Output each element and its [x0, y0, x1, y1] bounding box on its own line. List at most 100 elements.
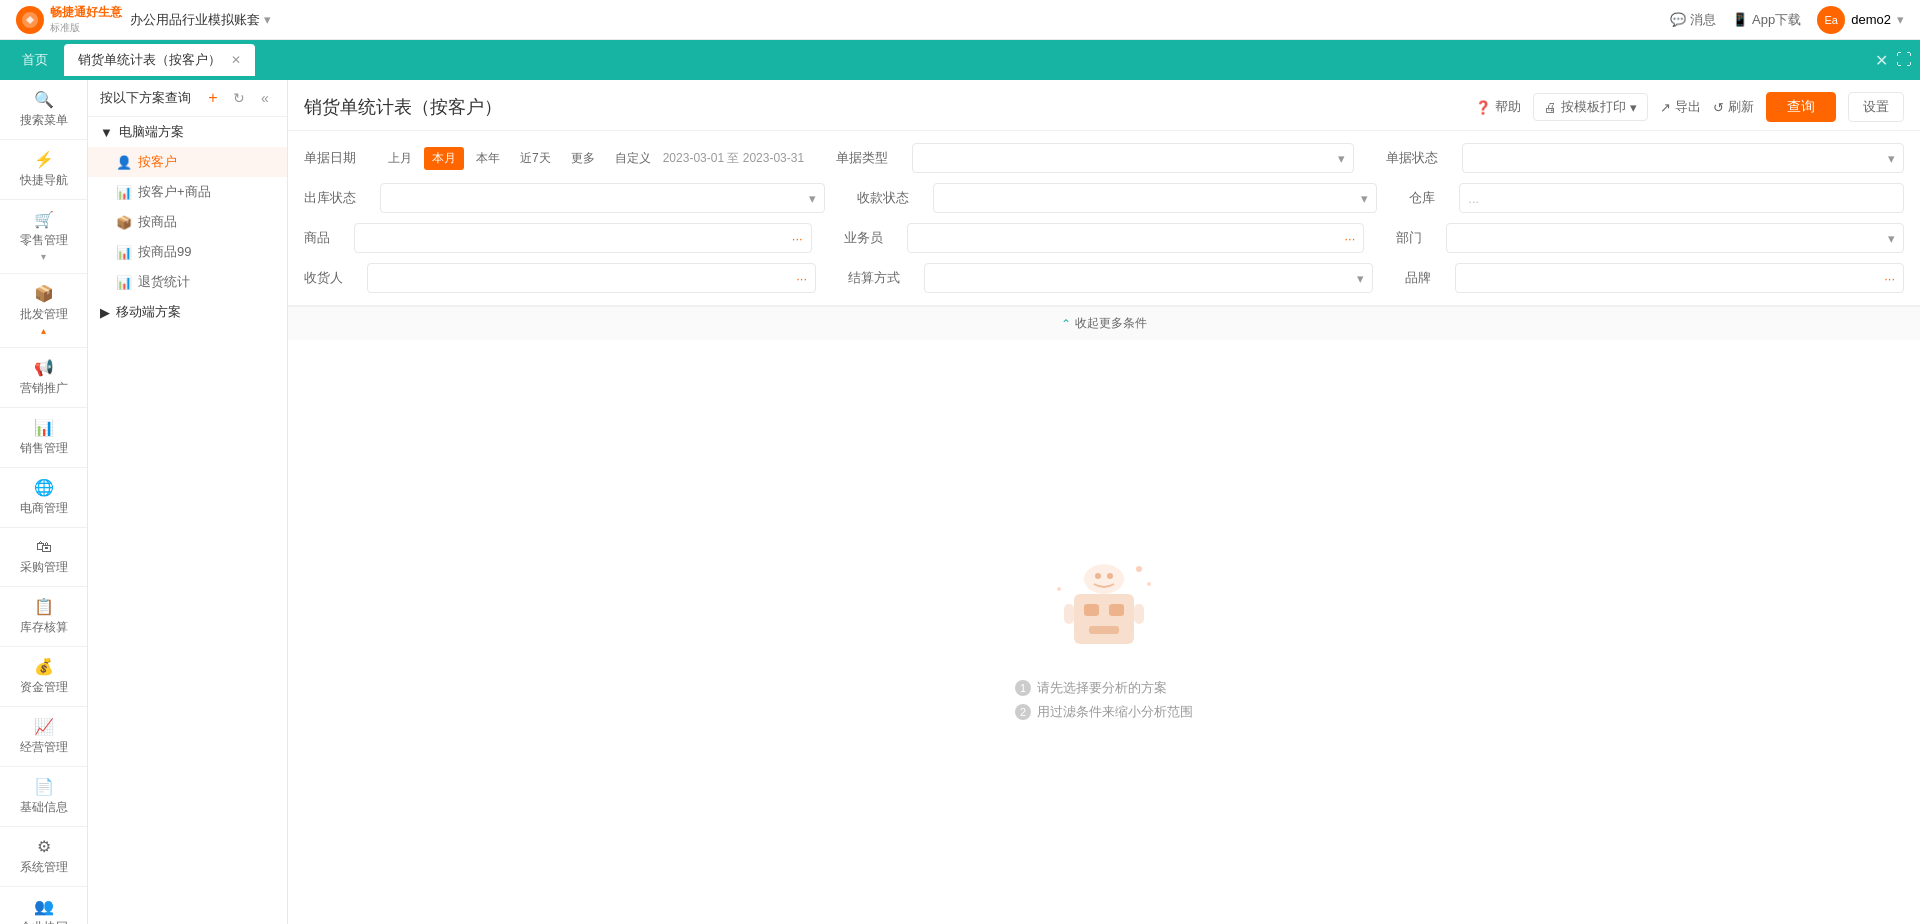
svg-point-7: [1084, 564, 1124, 594]
industry-chevron-icon: ▾: [264, 12, 271, 27]
warehouse-input[interactable]: ...: [1459, 183, 1904, 213]
salesperson-input[interactable]: ···: [907, 223, 1365, 253]
finance-mgmt-icon: 💰: [4, 657, 83, 676]
this-year-btn[interactable]: 本年: [468, 147, 508, 170]
by-product-99-icon: 📊: [116, 245, 132, 260]
retail-mgmt-icon: 🛒: [4, 210, 83, 229]
export-icon: ↗: [1660, 100, 1671, 115]
query-button[interactable]: 查询: [1766, 92, 1836, 122]
schema-add-button[interactable]: +: [203, 88, 223, 108]
product-input[interactable]: ···: [354, 223, 812, 253]
sidebar-item-basic-info[interactable]: 📄 基础信息: [0, 767, 87, 827]
tab-home[interactable]: 首页: [8, 44, 62, 76]
sidebar-item-search-menu[interactable]: 🔍 搜索菜单: [0, 80, 87, 140]
warehouse-filter-label: 仓库: [1409, 189, 1435, 207]
schema-item-by-product-99[interactable]: 📊 按商品99: [88, 237, 287, 267]
sidebar-item-marketing[interactable]: 📢 营销推广: [0, 348, 87, 408]
schema-item-by-product[interactable]: 📦 按商品: [88, 207, 287, 237]
filter-row-3: 商品 ··· 业务员 ··· 部门 ▾: [304, 223, 1904, 253]
export-action[interactable]: ↗ 导出: [1660, 98, 1701, 116]
tip-1-num: 1: [1015, 680, 1031, 696]
brand-input[interactable]: ···: [1455, 263, 1904, 293]
message-icon: 💬: [1670, 12, 1686, 27]
sidebar-item-wholesale-mgmt[interactable]: 📦 批发管理 ▴: [0, 274, 87, 348]
svg-point-8: [1095, 573, 1101, 579]
help-action[interactable]: ❓ 帮助: [1475, 98, 1521, 116]
salesperson-ellipsis[interactable]: ···: [1345, 231, 1356, 246]
sidebar-item-quick-nav[interactable]: ⚡ 快捷导航: [0, 140, 87, 200]
search-menu-label: 搜索菜单: [4, 112, 83, 129]
sidebar-item-sales-mgmt[interactable]: 📊 销售管理: [0, 408, 87, 468]
svg-rect-3: [1109, 604, 1124, 616]
app-download-action[interactable]: 📱 App下载: [1732, 11, 1801, 29]
dept-input[interactable]: ▾: [1446, 223, 1904, 253]
collapse-label: 收起更多条件: [1075, 315, 1147, 332]
biz-mgmt-icon: 📈: [4, 717, 83, 736]
template-print-button[interactable]: 🖨 按模板打印 ▾: [1533, 93, 1648, 121]
collapse-bar[interactable]: ⌃ 收起更多条件: [288, 306, 1920, 340]
payment-method-input[interactable]: ▾: [924, 263, 1373, 293]
out-status-input[interactable]: ▾: [380, 183, 825, 213]
tab-sales-stat[interactable]: 销货单统计表（按客户） ✕: [64, 44, 255, 76]
tab-close-icon[interactable]: ✕: [231, 53, 241, 67]
help-icon: ❓: [1475, 100, 1491, 115]
date-filter: 上月 本月 本年 近7天 更多 自定义 2023-03-01 至 2023-03…: [380, 147, 804, 170]
this-month-btn[interactable]: 本月: [424, 147, 464, 170]
custom-date-btn[interactable]: 自定义: [607, 147, 659, 170]
purchase-mgmt-label: 采购管理: [4, 559, 83, 576]
refresh-action[interactable]: ↺ 刷新: [1713, 98, 1754, 116]
schema-mobile-group: ▶ 移动端方案: [88, 297, 287, 327]
brand-ellipsis[interactable]: ···: [1884, 271, 1895, 286]
last-7-days-btn[interactable]: 近7天: [512, 147, 559, 170]
product-ellipsis[interactable]: ···: [792, 231, 803, 246]
sidebar-item-inventory[interactable]: 📋 库存核算: [0, 587, 87, 647]
user-chevron-icon: ▾: [1897, 12, 1904, 27]
schema-item-return-stat[interactable]: 📊 退货统计: [88, 267, 287, 297]
industry-selector[interactable]: 办公用品行业模拟账套 ▾: [130, 11, 271, 29]
username-label: demo2: [1851, 12, 1891, 27]
sidebar-item-finance-mgmt[interactable]: 💰 资金管理: [0, 647, 87, 707]
last-month-btn[interactable]: 上月: [380, 147, 420, 170]
by-product-label: 按商品: [138, 213, 177, 231]
message-action[interactable]: 💬 消息: [1670, 11, 1716, 29]
logo-area: 畅捷通好生意 标准版: [16, 4, 122, 35]
maximize-tab-action[interactable]: ⛶: [1896, 51, 1912, 69]
export-label: 导出: [1675, 98, 1701, 116]
payment-status-input[interactable]: ▾: [933, 183, 1378, 213]
payment-method-chevron-icon: ▾: [1357, 271, 1364, 286]
page-title: 销货单统计表（按客户）: [304, 95, 502, 119]
wholesale-mgmt-icon: 📦: [4, 284, 83, 303]
schema-refresh-button[interactable]: ↻: [229, 88, 249, 108]
desktop-group-label: 电脑端方案: [119, 123, 184, 141]
order-type-input[interactable]: ▾: [912, 143, 1354, 173]
receiver-input[interactable]: ···: [367, 263, 816, 293]
user-area[interactable]: Ea demo2 ▾: [1817, 6, 1904, 34]
enterprise-collab-label: 企业协同: [4, 919, 83, 924]
close-tab-action[interactable]: ✕: [1875, 51, 1888, 70]
schema-mobile-group-title[interactable]: ▶ 移动端方案: [88, 297, 287, 327]
payment-method-filter-label: 结算方式: [848, 269, 900, 287]
schema-header-title: 按以下方案查询: [100, 89, 191, 107]
sidebar-item-biz-mgmt[interactable]: 📈 经营管理: [0, 707, 87, 767]
schema-desktop-group-title[interactable]: ▼ 电脑端方案: [88, 117, 287, 147]
receiver-ellipsis[interactable]: ···: [796, 271, 807, 286]
svg-point-12: [1057, 587, 1061, 591]
schema-item-by-customer-product[interactable]: 📊 按客户+商品: [88, 177, 287, 207]
empty-tip-1: 1 请先选择要分析的方案: [1015, 679, 1193, 697]
sidebar-item-purchase-mgmt[interactable]: 🛍 采购管理: [0, 528, 87, 587]
ecommerce-mgmt-icon: 🌐: [4, 478, 83, 497]
sidebar-item-sys-mgmt[interactable]: ⚙ 系统管理: [0, 827, 87, 887]
order-type-chevron-icon: ▾: [1338, 151, 1345, 166]
sidebar-item-enterprise-collab[interactable]: 👥 企业协同: [0, 887, 87, 924]
refresh-icon: ↺: [1713, 100, 1724, 115]
marketing-label: 营销推广: [4, 380, 83, 397]
sidebar-item-ecommerce-mgmt[interactable]: 🌐 电商管理: [0, 468, 87, 528]
order-status-input[interactable]: ▾: [1462, 143, 1904, 173]
more-date-btn[interactable]: 更多: [563, 147, 603, 170]
collapse-up-icon: ⌃: [1061, 317, 1071, 331]
settings-button[interactable]: 设置: [1848, 92, 1904, 122]
schema-item-by-customer[interactable]: 👤 按客户: [88, 147, 287, 177]
sidebar-item-retail-mgmt[interactable]: 🛒 零售管理 ▾: [0, 200, 87, 274]
schema-collapse-button[interactable]: «: [255, 88, 275, 108]
return-stat-icon: 📊: [116, 275, 132, 290]
